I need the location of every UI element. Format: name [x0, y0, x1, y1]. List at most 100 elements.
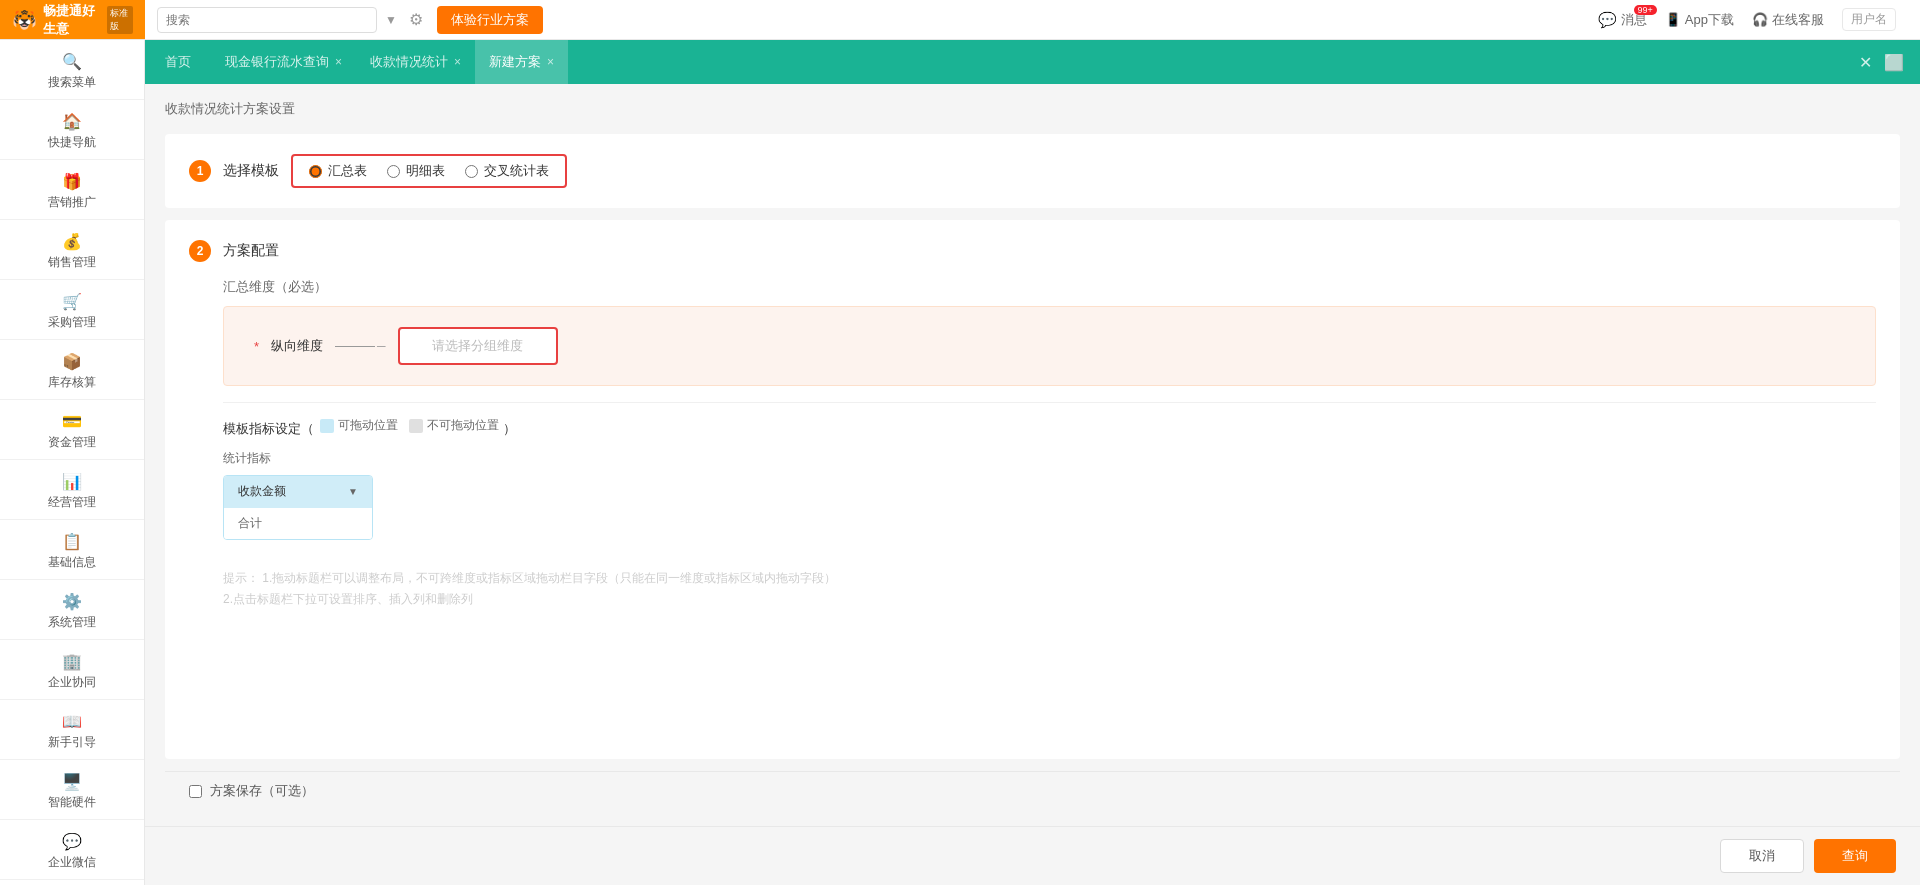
- user-info[interactable]: 用户名: [1842, 8, 1896, 31]
- sidebar-nav-label: 快捷导航: [48, 134, 96, 151]
- support-icon: 🎧: [1752, 12, 1768, 27]
- tab-close-all-icon[interactable]: ✕: [1859, 53, 1872, 72]
- radio-cross-label: 交叉统计表: [484, 162, 549, 180]
- nondraggable-dot: [409, 419, 423, 433]
- sidebar-item-enterprise[interactable]: 🏢 企业协同: [0, 640, 144, 700]
- tab-collection[interactable]: 收款情况统计 ×: [356, 40, 475, 84]
- trial-btn[interactable]: 体验行业方案: [437, 6, 543, 34]
- radio-summary[interactable]: 汇总表: [309, 162, 367, 180]
- step2-label: 方案配置: [223, 242, 279, 260]
- sidebar-item-search[interactable]: 🔍 搜索菜单: [0, 40, 144, 100]
- sidebar-management-label: 经营管理: [48, 494, 96, 511]
- draggable-legend: 可拖动位置: [320, 417, 398, 434]
- cancel-btn[interactable]: 取消: [1720, 839, 1804, 873]
- sidebar-item-wechat[interactable]: 💬 企业微信: [0, 820, 144, 880]
- stat-indicator-group: 统计指标 收款金额 ▼ 合计: [223, 450, 373, 540]
- sidebar-item-sales[interactable]: 💰 销售管理: [0, 220, 144, 280]
- sidebar-sales-label: 销售管理: [48, 254, 96, 271]
- tab-bank-label: 现金银行流水查询: [225, 53, 329, 71]
- sales-icon: 💰: [62, 232, 82, 251]
- col-dropdown-icon: ▼: [348, 486, 358, 497]
- nondraggable-legend: 不可拖动位置: [409, 417, 499, 434]
- sidebar-item-guide[interactable]: 📖 新手引导: [0, 700, 144, 760]
- sidebar-item-inventory[interactable]: 📦 库存核算: [0, 340, 144, 400]
- required-marker: *: [254, 339, 259, 354]
- enterprise-icon: 🏢: [62, 652, 82, 671]
- download-icon: 📱: [1665, 12, 1681, 27]
- draggable-dot: [320, 419, 334, 433]
- dimension-title: 汇总维度（必选）: [223, 278, 1876, 296]
- sidebar-basic-label: 基础信息: [48, 554, 96, 571]
- sidebar-item-funds[interactable]: 💳 资金管理: [0, 400, 144, 460]
- dimension-area: * 纵向维度 ─ 请选择分组维度: [223, 306, 1876, 386]
- sidebar-search-label: 搜索菜单: [48, 74, 96, 91]
- radio-detail[interactable]: 明细表: [387, 162, 445, 180]
- home-icon: 🏠: [62, 112, 82, 131]
- radio-cross[interactable]: 交叉统计表: [465, 162, 549, 180]
- marketing-icon: 🎁: [62, 172, 82, 191]
- sidebar-item-system[interactable]: ⚙️ 系统管理: [0, 580, 144, 640]
- save-checkbox[interactable]: [189, 785, 202, 798]
- save-label: 方案保存（可选）: [210, 782, 314, 800]
- tab-new-plan-close[interactable]: ×: [547, 55, 554, 69]
- sidebar-item-hardware[interactable]: 🖥️ 智能硬件: [0, 760, 144, 820]
- sidebar-wechat-label: 企业微信: [48, 854, 96, 871]
- logo-badge: 标准版: [107, 6, 133, 34]
- support-btn[interactable]: 🎧 在线客服: [1752, 11, 1824, 29]
- sidebar-guide-label: 新手引导: [48, 734, 96, 751]
- tab-collection-label: 收款情况统计: [370, 53, 448, 71]
- tab-new-plan-label: 新建方案: [489, 53, 541, 71]
- sidebar-item-management[interactable]: 📊 经营管理: [0, 460, 144, 520]
- download-btn[interactable]: 📱 App下载: [1665, 11, 1734, 29]
- tab-maximize-icon[interactable]: ⬜: [1884, 53, 1904, 72]
- dim-select-box[interactable]: 请选择分组维度: [398, 327, 558, 365]
- search-input[interactable]: [157, 7, 377, 33]
- logo-icon: 🐯: [12, 8, 37, 32]
- row-label: 合计: [238, 516, 262, 530]
- search-menu-icon: 🔍: [62, 52, 82, 71]
- col-header-label: 收款金额: [238, 483, 286, 500]
- query-btn[interactable]: 查询: [1814, 839, 1896, 873]
- tip-item-1: 提示： 1.拖动标题栏可以调整布局，不可跨维度或指标区域拖动栏目字段（只能在同一…: [223, 570, 1876, 587]
- arrow-connector: ─: [335, 339, 386, 353]
- nondraggable-label: 不可拖动位置: [427, 417, 499, 434]
- template-radio-group: 汇总表 明细表 交叉统计表: [291, 154, 567, 188]
- basic-icon: 📋: [62, 532, 82, 551]
- settings-icon[interactable]: ⚙: [409, 10, 423, 29]
- tip-item-2: 2.点击标题栏下拉可设置排序、插入列和删除列: [223, 591, 1876, 608]
- indicator-title: 模板指标设定（ 可拖动位置 不可拖动位置 ）: [223, 417, 516, 438]
- app-logo: 🐯 畅捷通好生意 标准版: [0, 0, 145, 39]
- message-icon: 💬: [1598, 11, 1617, 29]
- tab-collection-close[interactable]: ×: [454, 55, 461, 69]
- message-btn[interactable]: 💬 消息 99+: [1598, 11, 1647, 29]
- tab-home[interactable]: 首页: [145, 40, 211, 84]
- sidebar-item-basic[interactable]: 📋 基础信息: [0, 520, 144, 580]
- sidebar-item-marketing[interactable]: 🎁 营销推广: [0, 160, 144, 220]
- radio-detail-label: 明细表: [406, 162, 445, 180]
- logo-text: 畅捷通好生意: [43, 2, 101, 38]
- indicator-row: 合计: [224, 507, 372, 539]
- sidebar-hardware-label: 智能硬件: [48, 794, 96, 811]
- dimension-subsection: 汇总维度（必选） * 纵向维度 ─ 请选择分组维度: [223, 278, 1876, 608]
- sidebar-marketing-label: 营销推广: [48, 194, 96, 211]
- sidebar-purchase-label: 采购管理: [48, 314, 96, 331]
- management-icon: 📊: [62, 472, 82, 491]
- tab-bank-close[interactable]: ×: [335, 55, 342, 69]
- stat-label: 统计指标: [223, 450, 373, 467]
- sidebar-enterprise-label: 企业协同: [48, 674, 96, 691]
- tab-new-plan[interactable]: 新建方案 ×: [475, 40, 568, 84]
- wechat-icon: 💬: [62, 832, 82, 851]
- save-option-bar: 方案保存（可选）: [165, 771, 1900, 810]
- radio-summary-label: 汇总表: [328, 162, 367, 180]
- step1-indicator: 1: [189, 160, 211, 182]
- step1-num: 1: [197, 164, 204, 178]
- sidebar-item-member[interactable]: 👑 畅会员: [0, 880, 144, 885]
- support-label: 在线客服: [1772, 11, 1824, 29]
- sidebar-funds-label: 资金管理: [48, 434, 96, 451]
- indicator-col-header[interactable]: 收款金额 ▼: [224, 476, 372, 507]
- search-dropdown-icon[interactable]: ▼: [385, 13, 397, 27]
- footer-btns: 取消 查询: [145, 826, 1920, 885]
- sidebar-item-purchase[interactable]: 🛒 采购管理: [0, 280, 144, 340]
- tab-bank[interactable]: 现金银行流水查询 ×: [211, 40, 356, 84]
- sidebar-item-nav[interactable]: 🏠 快捷导航: [0, 100, 144, 160]
